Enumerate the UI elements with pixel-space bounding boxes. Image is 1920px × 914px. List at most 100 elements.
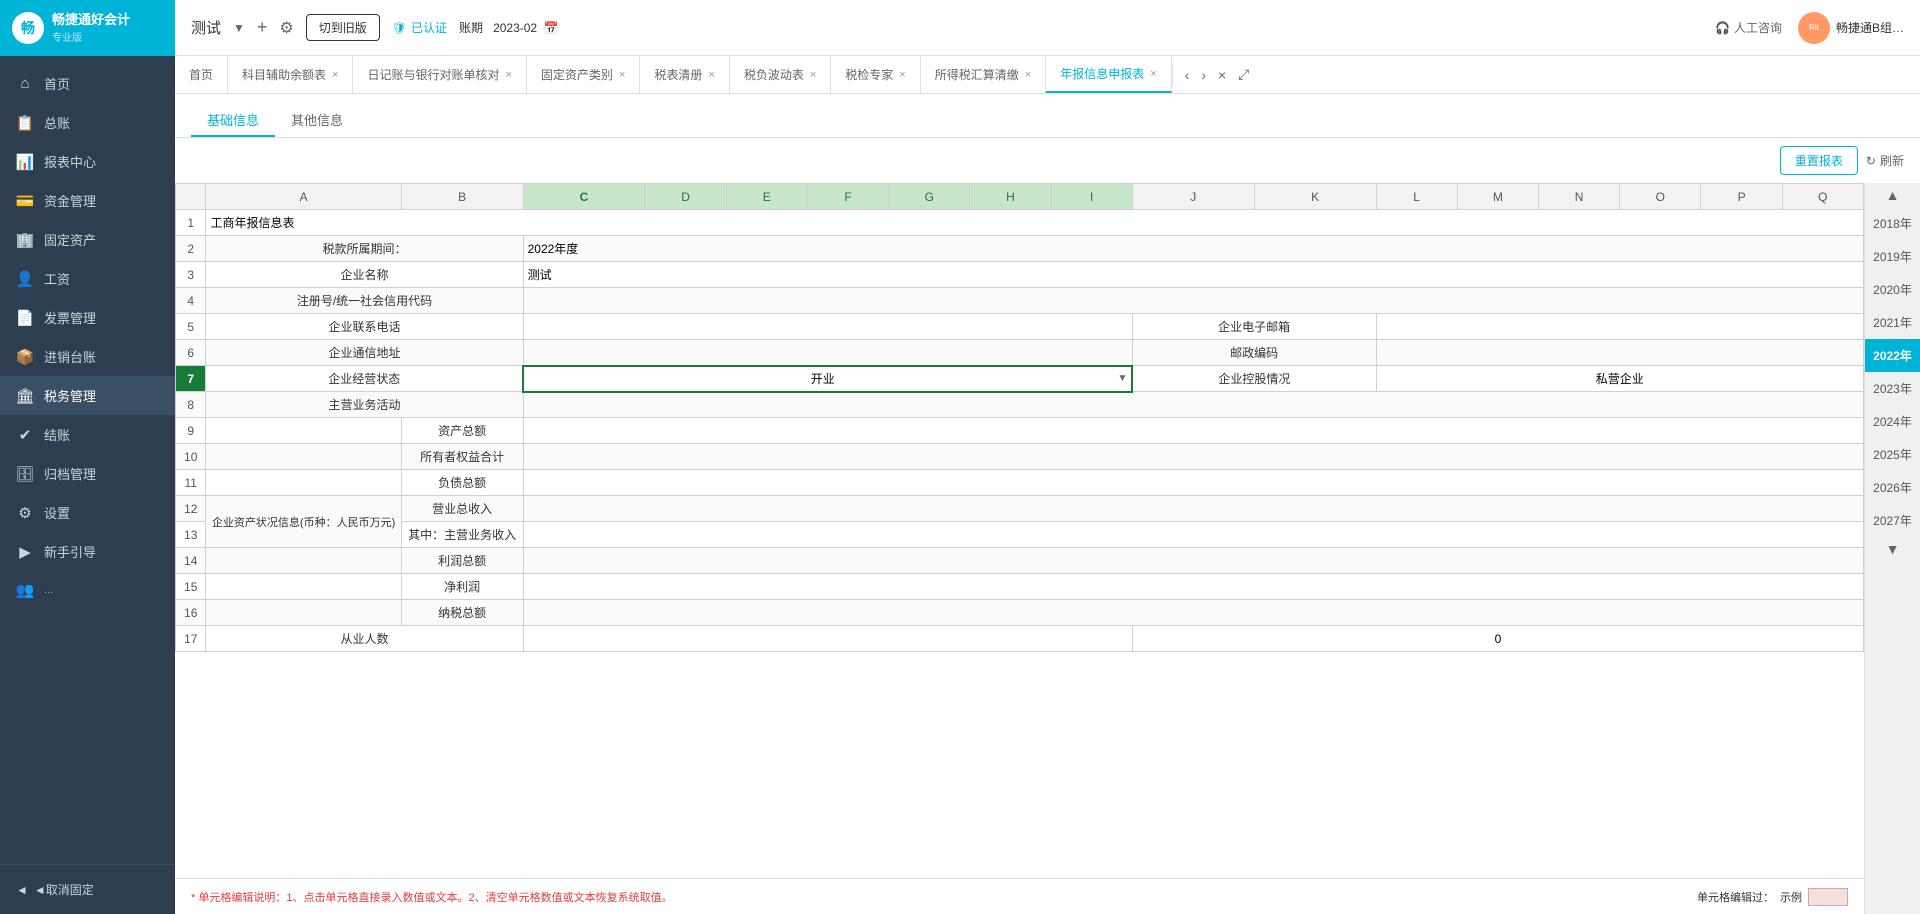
cell-5-J[interactable]: 企业电子邮箱 [1132, 314, 1376, 340]
col-header-E[interactable]: E [726, 184, 807, 210]
sidebar-item-settings[interactable]: ⚙ 设置 [0, 493, 175, 532]
cell-12-A[interactable]: 企业资产状况信息(币种：人民币万元) [206, 496, 401, 548]
cell-17-A[interactable]: 从业人数 [206, 626, 523, 652]
sheet-scroll-area[interactable]: A B C D E F G H I J [175, 183, 1864, 878]
year-item-2019[interactable]: 2019年 [1865, 240, 1920, 273]
cell-11-B[interactable]: 负债总额 [401, 470, 523, 496]
year-item-2020[interactable]: 2020年 [1865, 273, 1920, 306]
cell-9-B[interactable]: 资产总额 [401, 418, 523, 444]
cell-14-B[interactable]: 利润总额 [401, 548, 523, 574]
user-menu-button[interactable]: Rit 畅捷通B组… [1798, 12, 1904, 44]
sidebar-item-invoice[interactable]: 📄 发票管理 [0, 298, 175, 337]
col-header-O[interactable]: O [1620, 184, 1701, 210]
sidebar-item-closing[interactable]: ✔ 结账 [0, 415, 175, 454]
sidebar-item-funds[interactable]: 💳 资金管理 [0, 181, 175, 220]
cell-9-C[interactable] [523, 418, 1863, 444]
topbar-add-button[interactable]: + [257, 17, 268, 38]
year-item-2027[interactable]: 2027年 [1865, 504, 1920, 537]
col-header-Q[interactable]: Q [1782, 184, 1863, 210]
cell-15-C[interactable] [523, 574, 1863, 600]
cell-16-C[interactable] [523, 600, 1863, 626]
col-header-L[interactable]: L [1376, 184, 1457, 210]
cancel-fixed-button[interactable]: ◄ ◄取消固定 [0, 873, 175, 906]
year-item-2021[interactable]: 2021年 [1865, 306, 1920, 339]
reset-report-button[interactable]: 重置报表 [1780, 146, 1858, 175]
tab-close-fixed-assets[interactable]: × [619, 69, 625, 81]
tab-annual-report[interactable]: 年报信息申报表 × [1046, 56, 1171, 93]
sidebar-item-guide[interactable]: ▶ 新手引导 [0, 532, 175, 571]
tab-close-tax-settlement[interactable]: × [1025, 69, 1031, 81]
cell-5-A[interactable]: 企业联系电话 [206, 314, 523, 340]
cell-6-K[interactable] [1376, 340, 1863, 366]
cell-15-A[interactable] [206, 574, 401, 600]
cell-4-A[interactable]: 注册号/统一社会信用代码 [206, 288, 523, 314]
col-header-I[interactable]: I [1051, 184, 1132, 210]
tab-close-tax-expert[interactable]: × [899, 69, 905, 81]
tab-tax-fluctuation[interactable]: 税负波动表 × [730, 56, 831, 93]
cell-11-C[interactable] [523, 470, 1863, 496]
year-item-2025[interactable]: 2025年 [1865, 438, 1920, 471]
year-panel-up-button[interactable]: ▲ [1865, 183, 1920, 207]
col-header-G[interactable]: G [889, 184, 970, 210]
tab-close-tax-list[interactable]: × [708, 69, 714, 81]
col-header-N[interactable]: N [1539, 184, 1620, 210]
year-item-2018[interactable]: 2018年 [1865, 207, 1920, 240]
cell-14-C[interactable] [523, 548, 1863, 574]
cell-3-A[interactable]: 企业名称 [206, 262, 523, 288]
cell-6-A[interactable]: 企业通信地址 [206, 340, 523, 366]
cell-10-A[interactable] [206, 444, 401, 470]
tab-prev-button[interactable]: ‹ [1181, 65, 1194, 85]
sidebar-item-ledger[interactable]: 📋 总账 [0, 103, 175, 142]
customer-service-button[interactable]: 🎧 人工咨询 [1715, 19, 1782, 36]
cell-8-C[interactable] [523, 392, 1863, 418]
tab-tax-settlement[interactable]: 所得税汇算清缴 × [921, 56, 1046, 93]
year-item-2026[interactable]: 2026年 [1865, 471, 1920, 504]
cell-14-A[interactable] [206, 548, 401, 574]
tab-fixed-assets[interactable]: 固定资产类别 × [527, 56, 640, 93]
cell-6-C[interactable] [523, 340, 1132, 366]
col-header-M[interactable]: M [1457, 184, 1538, 210]
sidebar-item-extra[interactable]: 👥 ... [0, 571, 175, 609]
cell-2-A[interactable]: 税款所属期间： [206, 236, 523, 262]
tab-aux-balance[interactable]: 科目辅助余额表 × [228, 56, 353, 93]
tab-home[interactable]: 首页 [175, 56, 228, 93]
year-panel-down-button[interactable]: ▼ [1865, 537, 1920, 561]
topbar-settings-icon[interactable]: ⚙ [279, 18, 293, 38]
cell-3-C[interactable]: 测试 [523, 262, 1863, 288]
cell-5-C[interactable] [523, 314, 1132, 340]
tab-close-all-button[interactable]: × [1214, 65, 1230, 85]
tab-close-annual-report[interactable]: × [1150, 68, 1156, 80]
cell-11-A[interactable] [206, 470, 401, 496]
col-header-J[interactable]: J [1132, 184, 1254, 210]
cell-15-B[interactable]: 净利润 [401, 574, 523, 600]
cell-7-A[interactable]: 企业经营状态 [206, 366, 523, 392]
sidebar-item-assets[interactable]: 🏢 固定资产 [0, 220, 175, 259]
refresh-button[interactable]: ↻ 刷新 [1866, 152, 1904, 169]
sidebar-item-archive[interactable]: 🗄 归档管理 [0, 454, 175, 493]
col-header-K[interactable]: K [1254, 184, 1376, 210]
col-header-P[interactable]: P [1701, 184, 1782, 210]
cell-6-J[interactable]: 邮政编码 [1132, 340, 1376, 366]
sidebar-item-tax[interactable]: 🏛 税务管理 [0, 376, 175, 415]
cell-17-J[interactable]: 0 [1132, 626, 1863, 652]
sub-tab-other[interactable]: 其他信息 [275, 104, 359, 137]
cell-12-C[interactable] [523, 496, 1863, 522]
dropdown-arrow-icon[interactable]: ▼ [1117, 373, 1127, 384]
cell-4-C[interactable] [523, 288, 1863, 314]
switch-old-version-button[interactable]: 切到旧版 [306, 14, 380, 41]
cell-7-K[interactable]: 私营企业 [1376, 366, 1863, 392]
tab-expand-button[interactable]: ⤢ [1234, 64, 1253, 85]
col-header-C[interactable]: C [523, 184, 645, 210]
tab-close-aux-balance[interactable]: × [332, 69, 338, 81]
year-item-2022[interactable]: 2022年 [1865, 339, 1920, 372]
cell-2-C[interactable]: 2022年度 [523, 236, 1863, 262]
cell-5-K[interactable] [1376, 314, 1863, 340]
tab-next-button[interactable]: › [1197, 65, 1210, 85]
sidebar-item-inventory[interactable]: 📦 进销台账 [0, 337, 175, 376]
sidebar-item-payroll[interactable]: 👤 工资 [0, 259, 175, 298]
cell-7-J[interactable]: 企业控股情况 [1132, 366, 1376, 392]
cell-10-B[interactable]: 所有者权益合计 [401, 444, 523, 470]
cell-13-B[interactable]: 其中：主营业务收入 [401, 522, 523, 548]
topbar-dropdown-arrow[interactable]: ▼ [233, 21, 245, 35]
cell-10-C[interactable] [523, 444, 1863, 470]
